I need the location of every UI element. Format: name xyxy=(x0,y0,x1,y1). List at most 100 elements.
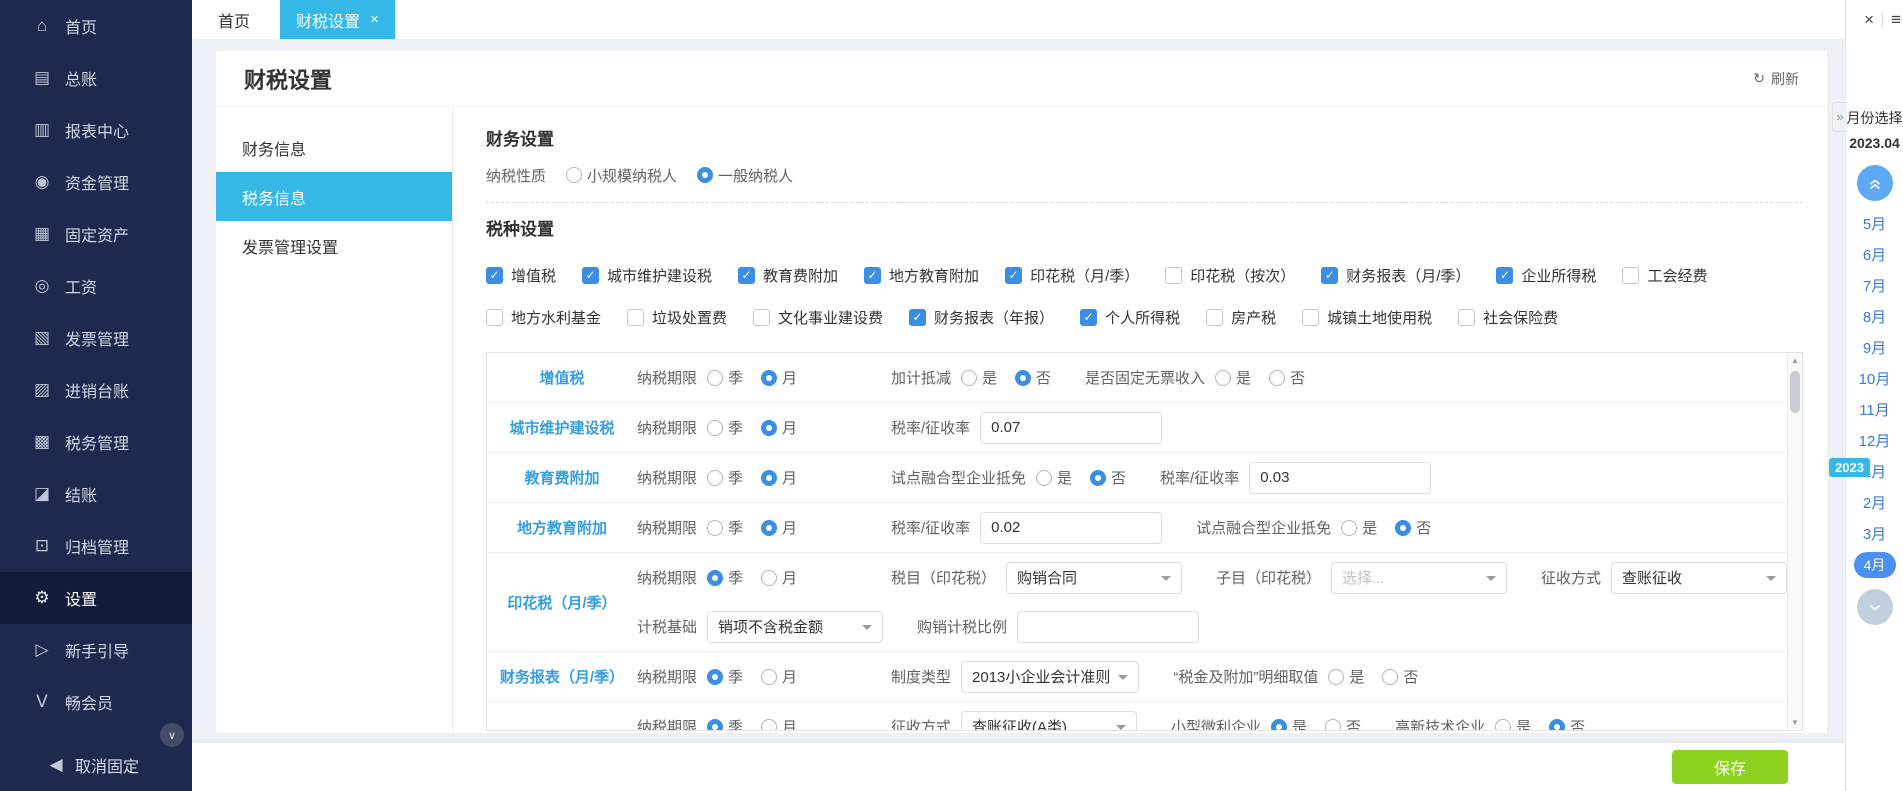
tab-close-icon[interactable]: × xyxy=(370,11,379,28)
text-input[interactable] xyxy=(980,511,1163,544)
select-dropdown[interactable]: 查账征收 xyxy=(1611,561,1788,594)
radio-button[interactable] xyxy=(761,569,778,586)
radio-button[interactable] xyxy=(1395,519,1412,536)
tax-type-checkbox[interactable]: 城市维护建设税 xyxy=(582,265,712,286)
month-item-2月[interactable]: 2月 xyxy=(1846,488,1903,519)
radio-option[interactable]: 月 xyxy=(761,666,797,687)
radio-option[interactable]: 否 xyxy=(1549,716,1585,730)
month-item-9月[interactable]: 9月 xyxy=(1846,333,1903,364)
tax-type-checkbox[interactable]: 城镇土地使用税 xyxy=(1302,307,1432,328)
radio-option[interactable]: 季 xyxy=(707,467,743,488)
month-item-4月[interactable]: 4月 xyxy=(1846,550,1903,581)
month-item-5月[interactable]: 5月 xyxy=(1846,209,1903,240)
radio-button[interactable] xyxy=(761,469,778,486)
tax-name-link[interactable]: 城市维护建设税 xyxy=(487,417,637,438)
sidebar-item-8[interactable]: ▩ 税务管理 xyxy=(0,416,192,468)
radio-option[interactable]: 月 xyxy=(761,517,797,538)
radio-option[interactable]: 季 xyxy=(707,517,743,538)
radio-button[interactable] xyxy=(761,718,778,730)
month-item-11月[interactable]: 11月 xyxy=(1846,395,1903,426)
tab-tax-settings[interactable]: 财税设置 × xyxy=(280,0,395,39)
radio-option[interactable]: 季 xyxy=(707,716,743,730)
radio-option[interactable]: 是 xyxy=(961,367,997,388)
checkbox[interactable] xyxy=(1165,266,1183,284)
radio-button[interactable] xyxy=(697,167,714,183)
tax-nature-option[interactable]: 小规模纳税人 xyxy=(566,165,677,186)
radio-option[interactable]: 月 xyxy=(761,716,797,730)
subnav-item-1[interactable]: 税务信息 xyxy=(216,172,452,221)
radio-option[interactable]: 月 xyxy=(761,417,797,438)
radio-button[interactable] xyxy=(1328,668,1345,685)
month-item-3月[interactable]: 3月 xyxy=(1846,519,1903,550)
select-dropdown[interactable]: 2013小企业会计准则 xyxy=(961,660,1140,693)
save-button[interactable]: 保存 xyxy=(1672,750,1788,784)
radio-button[interactable] xyxy=(707,419,724,436)
radio-option[interactable]: 是 xyxy=(1271,716,1307,730)
refresh-button[interactable]: ↻ 刷新 xyxy=(1753,69,1799,89)
panel-collapse-icon[interactable]: » xyxy=(1832,102,1847,132)
tax-type-checkbox[interactable]: 印花税（按次） xyxy=(1165,265,1295,286)
select-dropdown[interactable]: 购销合同 xyxy=(1006,561,1183,594)
radio-option[interactable]: 是 xyxy=(1036,467,1072,488)
checkbox[interactable] xyxy=(1622,266,1640,284)
sidebar-item-9[interactable]: ◪ 结账 xyxy=(0,468,192,520)
radio-button[interactable] xyxy=(1341,519,1358,536)
radio-option[interactable]: 季 xyxy=(707,666,743,687)
month-item-10月[interactable]: 10月 xyxy=(1846,364,1903,395)
tax-type-checkbox[interactable]: 工会经费 xyxy=(1622,265,1707,286)
tax-name-link[interactable]: 增值税 xyxy=(487,367,637,388)
scrollbar-thumb[interactable] xyxy=(1790,371,1800,413)
radio-button[interactable] xyxy=(707,718,724,730)
checkbox[interactable] xyxy=(909,308,927,326)
checkbox[interactable] xyxy=(1458,308,1476,326)
sidebar-item-11[interactable]: ⚙ 设置 xyxy=(0,572,192,624)
sidebar-item-2[interactable]: ▥ 报表中心 xyxy=(0,104,192,156)
sidebar-item-7[interactable]: ▨ 进销台账 xyxy=(0,364,192,416)
month-item-7月[interactable]: 7月 xyxy=(1846,271,1903,302)
radio-option[interactable]: 是 xyxy=(1215,367,1251,388)
tax-type-checkbox[interactable]: 财务报表（月/季） xyxy=(1321,265,1470,286)
radio-button[interactable] xyxy=(707,668,724,685)
tab-home[interactable]: 首页 xyxy=(216,0,252,39)
radio-button[interactable] xyxy=(761,369,778,386)
sidebar-item-12[interactable]: ▷ 新手引导 xyxy=(0,624,192,676)
radio-button[interactable] xyxy=(1382,668,1399,685)
radio-button[interactable] xyxy=(761,668,778,685)
tax-type-checkbox[interactable]: 教育费附加 xyxy=(738,265,838,286)
checkbox[interactable] xyxy=(1321,266,1339,284)
radio-option[interactable]: 是 xyxy=(1495,716,1531,730)
radio-button[interactable] xyxy=(761,519,778,536)
radio-option[interactable]: 否 xyxy=(1090,467,1126,488)
checkbox[interactable] xyxy=(486,308,503,326)
radio-option[interactable]: 季 xyxy=(707,567,743,588)
radio-option[interactable]: 否 xyxy=(1015,367,1051,388)
window-menu-icon[interactable]: ≡ xyxy=(1891,10,1901,30)
tax-type-checkbox[interactable]: 企业所得税 xyxy=(1496,265,1596,286)
radio-option[interactable]: 季 xyxy=(707,367,743,388)
radio-option[interactable]: 月 xyxy=(761,467,797,488)
tax-type-checkbox[interactable]: 印花税（月/季） xyxy=(1005,265,1139,286)
scrollbar-up-icon[interactable]: ▲ xyxy=(1788,356,1802,365)
radio-option[interactable]: 月 xyxy=(761,567,797,588)
table-scrollbar[interactable]: ▲ ▼ xyxy=(1787,353,1802,730)
tax-name-link[interactable]: 财务报表（月/季） xyxy=(487,666,637,687)
checkbox[interactable] xyxy=(1080,308,1098,326)
checkbox[interactable] xyxy=(1302,308,1320,326)
select-dropdown[interactable]: 选择... xyxy=(1331,561,1508,594)
unpin-button[interactable]: ◀ 取消固定 xyxy=(0,745,192,785)
tax-name-link[interactable]: 教育费附加 xyxy=(487,467,637,488)
checkbox[interactable] xyxy=(582,266,600,284)
text-input[interactable] xyxy=(980,411,1163,444)
radio-button[interactable] xyxy=(961,369,978,386)
checkbox[interactable] xyxy=(1005,266,1023,284)
month-item-6月[interactable]: 6月 xyxy=(1846,240,1903,271)
scrollbar-down-icon[interactable]: ▼ xyxy=(1788,718,1802,727)
radio-option[interactable]: 月 xyxy=(761,367,797,388)
sidebar-item-4[interactable]: ▦ 固定资产 xyxy=(0,208,192,260)
sidebar-item-0[interactable]: ⌂ 首页 xyxy=(0,0,192,52)
month-item-12月[interactable]: 12月 xyxy=(1846,426,1903,457)
radio-button[interactable] xyxy=(1549,718,1566,730)
radio-button[interactable] xyxy=(1215,369,1232,386)
tax-type-checkbox[interactable]: 增值税 xyxy=(486,265,556,286)
months-scroll-down-button[interactable] xyxy=(1856,589,1893,625)
